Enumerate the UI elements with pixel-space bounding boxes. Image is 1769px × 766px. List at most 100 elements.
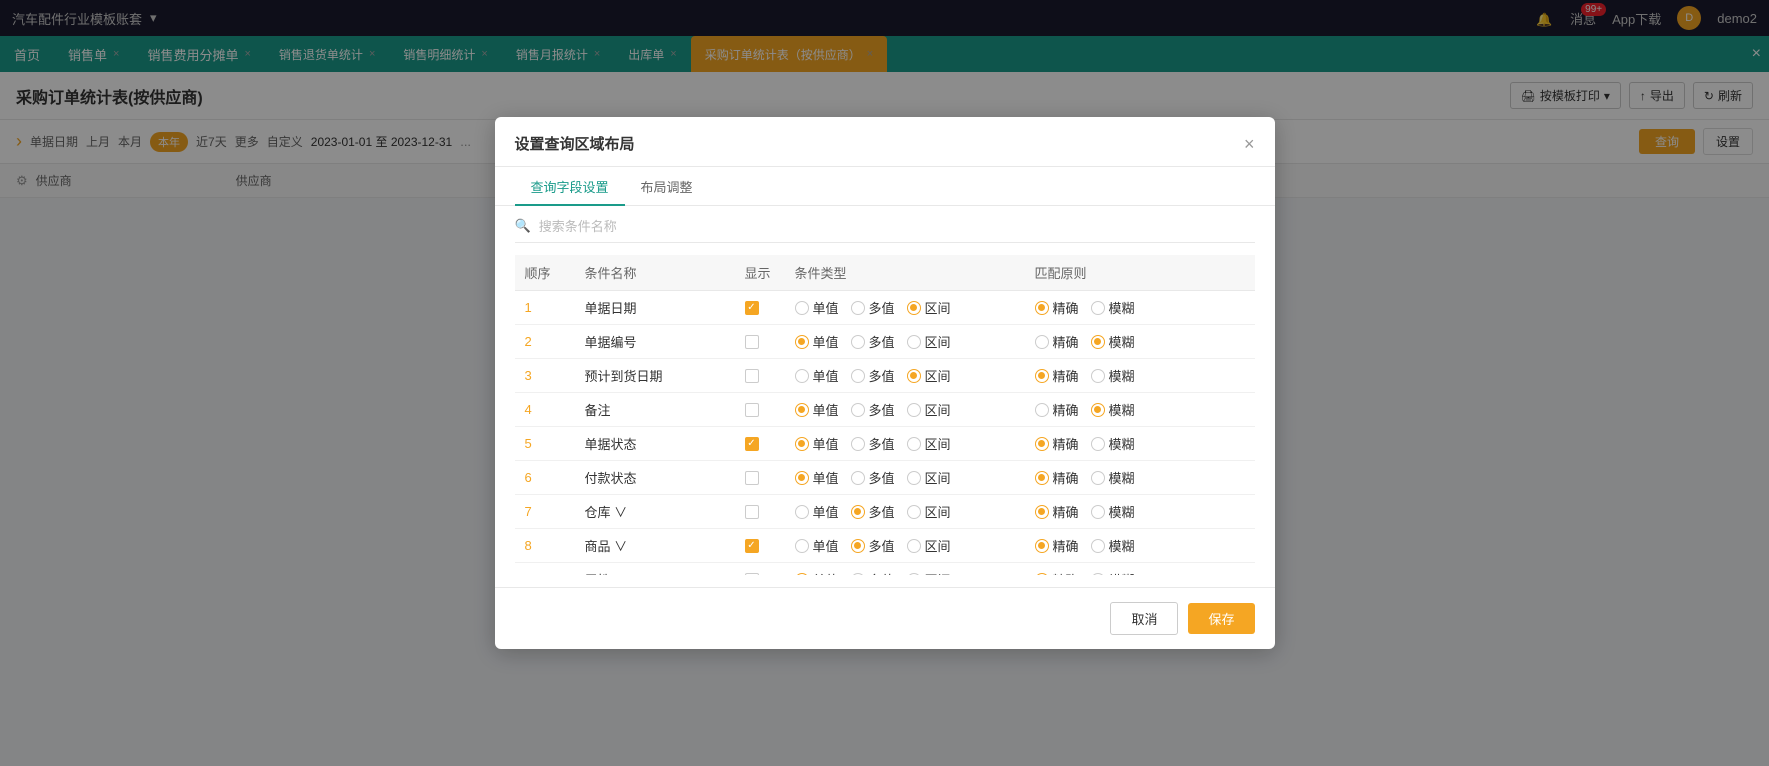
match-模糊-6[interactable]: 模糊: [1091, 502, 1135, 521]
type-多值-1[interactable]: 多值: [851, 332, 895, 351]
row-show-8[interactable]: [735, 563, 785, 576]
type-区间-8[interactable]: 区间: [907, 570, 951, 575]
dialog-title: 设置查询区域布局: [515, 133, 635, 154]
row-order-0: 1: [515, 291, 575, 325]
dialog-tabs: 查询字段设置 布局调整: [495, 167, 1275, 206]
type-区间-3[interactable]: 区间: [907, 400, 951, 419]
match-精确-5[interactable]: 精确: [1035, 468, 1079, 487]
dialog: 设置查询区域布局 × 查询字段设置 布局调整 🔍: [495, 117, 1275, 649]
match-精确-1[interactable]: 精确: [1035, 332, 1079, 351]
row-match-7: 精确模糊: [1025, 529, 1255, 563]
type-区间-6[interactable]: 区间: [907, 502, 951, 521]
show-checkbox-2[interactable]: [745, 369, 759, 383]
match-精确-6[interactable]: 精确: [1035, 502, 1079, 521]
row-order-8: 9: [515, 563, 575, 576]
type-单值-6[interactable]: 单值: [795, 502, 839, 521]
show-checkbox-4[interactable]: [745, 437, 759, 451]
match-精确-4[interactable]: 精确: [1035, 434, 1079, 453]
show-checkbox-6[interactable]: [745, 505, 759, 519]
th-show: 显示: [735, 255, 785, 291]
row-order-3: 4: [515, 393, 575, 427]
row-show-0[interactable]: [735, 291, 785, 325]
row-show-7[interactable]: [735, 529, 785, 563]
show-checkbox-8[interactable]: [745, 573, 759, 576]
match-精确-7[interactable]: 精确: [1035, 536, 1079, 555]
show-checkbox-0[interactable]: [745, 301, 759, 315]
search-input[interactable]: [539, 219, 739, 234]
row-order-6: 7: [515, 495, 575, 529]
type-多值-6[interactable]: 多值: [851, 502, 895, 521]
modal-overlay: 设置查询区域布局 × 查询字段设置 布局调整 🔍: [0, 0, 1769, 766]
match-模糊-8[interactable]: 模糊: [1091, 570, 1135, 575]
dialog-body: 🔍 顺序 条件名称 显示 条件类型 匹配原则: [495, 206, 1275, 587]
search-icon: 🔍: [515, 218, 531, 234]
dialog-close-btn[interactable]: ×: [1244, 135, 1255, 153]
row-show-4[interactable]: [735, 427, 785, 461]
type-区间-0[interactable]: 区间: [907, 298, 951, 317]
show-checkbox-1[interactable]: [745, 335, 759, 349]
conditions-scroll[interactable]: 顺序 条件名称 显示 条件类型 匹配原则 1单据日期单值多值区间精确模糊2单据编…: [515, 255, 1255, 575]
row-show-6[interactable]: [735, 495, 785, 529]
row-type-2: 单值多值区间: [785, 359, 1025, 393]
tab-layout-adjust[interactable]: 布局调整: [625, 167, 709, 206]
tab-query-fields[interactable]: 查询字段设置: [515, 167, 625, 206]
type-单值-2[interactable]: 单值: [795, 366, 839, 385]
cancel-btn[interactable]: 取消: [1110, 602, 1178, 635]
type-多值-2[interactable]: 多值: [851, 366, 895, 385]
match-模糊-4[interactable]: 模糊: [1091, 434, 1135, 453]
show-checkbox-5[interactable]: [745, 471, 759, 485]
row-type-5: 单值多值区间: [785, 461, 1025, 495]
type-多值-4[interactable]: 多值: [851, 434, 895, 453]
row-type-3: 单值多值区间: [785, 393, 1025, 427]
row-show-3[interactable]: [735, 393, 785, 427]
type-区间-2[interactable]: 区间: [907, 366, 951, 385]
type-单值-5[interactable]: 单值: [795, 468, 839, 487]
row-name-0: 单据日期: [575, 291, 735, 325]
type-单值-1[interactable]: 单值: [795, 332, 839, 351]
row-match-6: 精确模糊: [1025, 495, 1255, 529]
save-btn[interactable]: 保存: [1188, 603, 1254, 634]
match-模糊-7[interactable]: 模糊: [1091, 536, 1135, 555]
table-row: 5单据状态单值多值区间精确模糊: [515, 427, 1255, 461]
type-多值-0[interactable]: 多值: [851, 298, 895, 317]
match-精确-3[interactable]: 精确: [1035, 400, 1079, 419]
type-单值-0[interactable]: 单值: [795, 298, 839, 317]
conditions-table: 顺序 条件名称 显示 条件类型 匹配原则 1单据日期单值多值区间精确模糊2单据编…: [515, 255, 1255, 575]
row-show-2[interactable]: [735, 359, 785, 393]
type-区间-5[interactable]: 区间: [907, 468, 951, 487]
type-单值-7[interactable]: 单值: [795, 536, 839, 555]
match-精确-2[interactable]: 精确: [1035, 366, 1079, 385]
type-多值-5[interactable]: 多值: [851, 468, 895, 487]
row-show-1[interactable]: [735, 325, 785, 359]
match-精确-0[interactable]: 精确: [1035, 298, 1079, 317]
row-name-3: 备注: [575, 393, 735, 427]
match-模糊-3[interactable]: 模糊: [1091, 400, 1135, 419]
row-match-3: 精确模糊: [1025, 393, 1255, 427]
table-row: 6付款状态单值多值区间精确模糊: [515, 461, 1255, 495]
type-单值-8[interactable]: 单值: [795, 570, 839, 575]
row-match-8: 精确 模糊: [1025, 563, 1255, 576]
row-type-1: 单值多值区间: [785, 325, 1025, 359]
match-模糊-0[interactable]: 模糊: [1091, 298, 1135, 317]
row-order-4: 5: [515, 427, 575, 461]
match-模糊-1[interactable]: 模糊: [1091, 332, 1135, 351]
type-多值-7[interactable]: 多值: [851, 536, 895, 555]
type-区间-7[interactable]: 区间: [907, 536, 951, 555]
match-模糊-5[interactable]: 模糊: [1091, 468, 1135, 487]
row-show-5[interactable]: [735, 461, 785, 495]
type-区间-1[interactable]: 区间: [907, 332, 951, 351]
table-row: 4备注单值多值区间精确模糊: [515, 393, 1255, 427]
type-区间-4[interactable]: 区间: [907, 434, 951, 453]
type-单值-4[interactable]: 单值: [795, 434, 839, 453]
show-checkbox-7[interactable]: [745, 539, 759, 553]
row-type-8: 单值 多值 区间: [785, 563, 1025, 576]
type-多值-8[interactable]: 多值: [851, 570, 895, 575]
type-多值-3[interactable]: 多值: [851, 400, 895, 419]
row-name-4: 单据状态: [575, 427, 735, 461]
show-checkbox-3[interactable]: [745, 403, 759, 417]
match-模糊-2[interactable]: 模糊: [1091, 366, 1135, 385]
row-name-7: 商品 ∨: [575, 529, 735, 563]
type-单值-3[interactable]: 单值: [795, 400, 839, 419]
row-type-4: 单值多值区间: [785, 427, 1025, 461]
match-精确-8[interactable]: 精确: [1035, 570, 1079, 575]
